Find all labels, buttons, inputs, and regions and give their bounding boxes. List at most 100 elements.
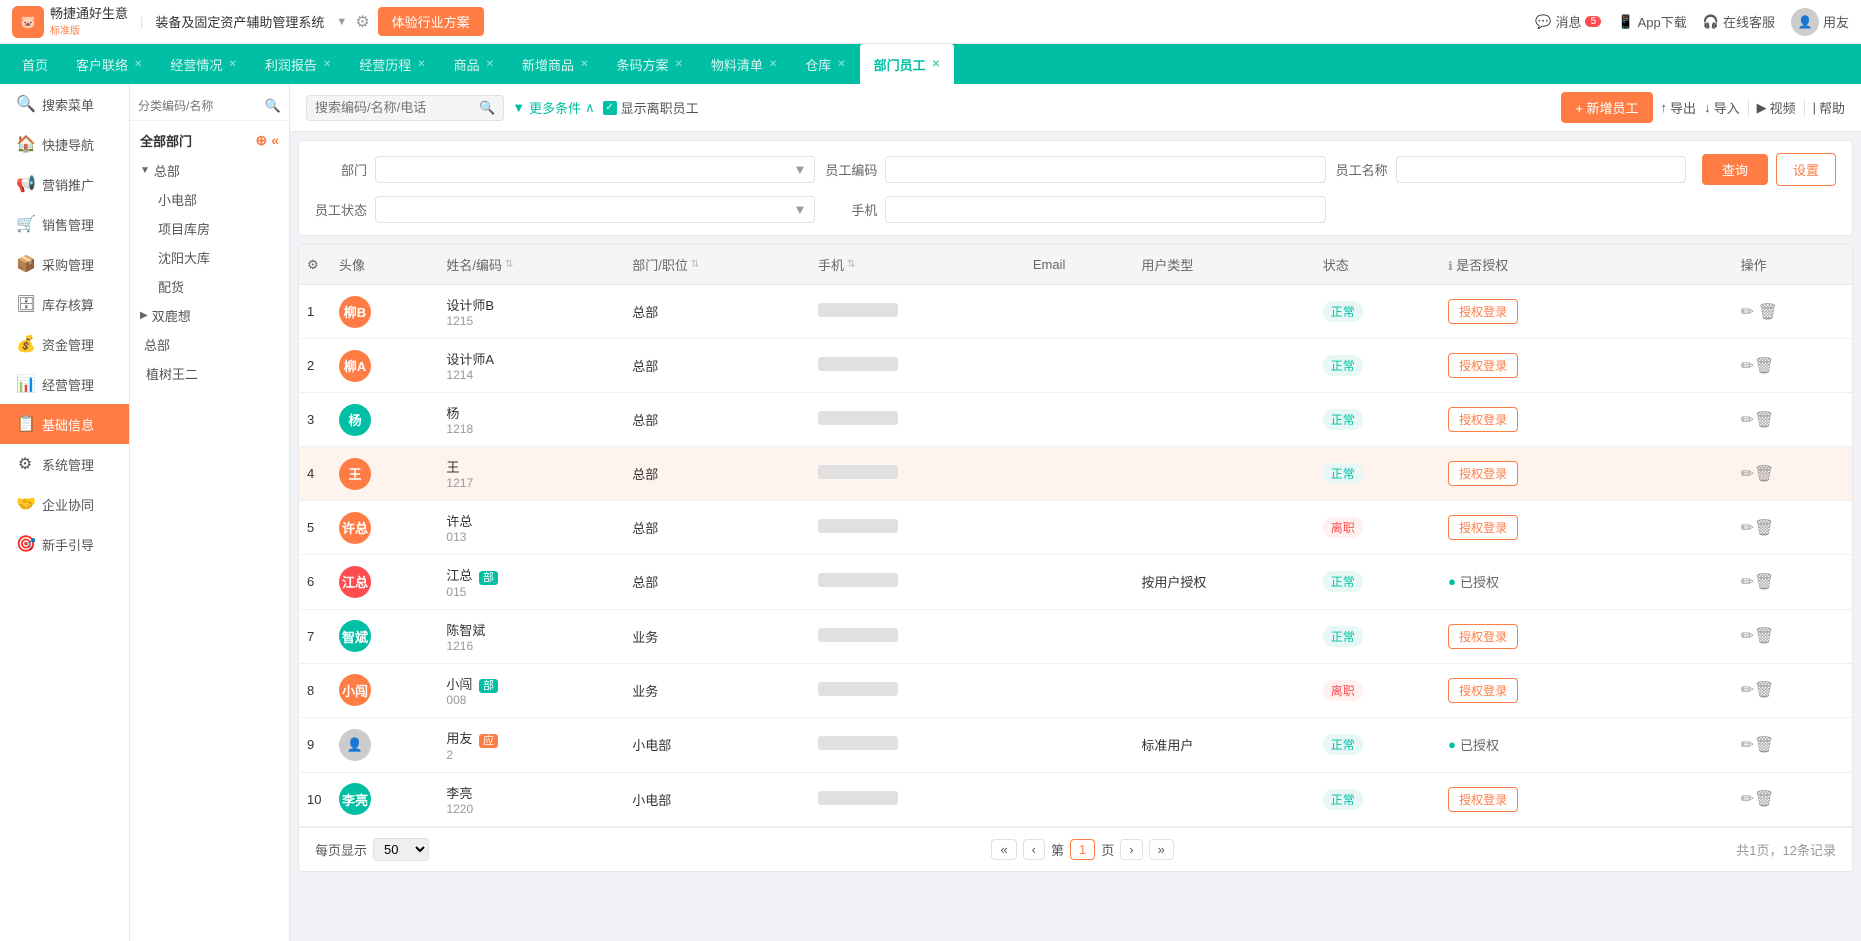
current-page-number[interactable]: 1 xyxy=(1070,839,1095,860)
tab-customer-close[interactable]: ✕ xyxy=(134,59,142,70)
set-button[interactable]: 设置 xyxy=(1776,153,1836,186)
dept-group-shuanglu[interactable]: ▶ 双鹿想 xyxy=(130,301,289,330)
tab-warehouse-close[interactable]: ✕ xyxy=(837,59,845,70)
auth-button[interactable]: 授权登录 xyxy=(1448,678,1518,703)
sidebar-item-system[interactable]: ⚙ 系统管理 xyxy=(0,444,129,484)
filter-phone-input[interactable] xyxy=(885,196,1325,223)
tab-goods[interactable]: 商品 ✕ xyxy=(440,44,508,84)
sidebar-item-nav[interactable]: 🏠 快捷导航 xyxy=(0,124,129,164)
per-page-select[interactable]: 50 20 100 xyxy=(373,838,429,861)
dept-collapse-icon[interactable]: « xyxy=(271,132,279,149)
delete-button[interactable]: 🗑 xyxy=(1754,574,1774,591)
filter-dept-select[interactable]: ▼ xyxy=(375,156,815,183)
dept-item-xiaodian[interactable]: 小电部 xyxy=(130,185,289,214)
delete-button[interactable]: 🗑 xyxy=(1754,628,1774,645)
show-resigned-toggle[interactable]: ✓ 显示离职员工 xyxy=(603,98,699,117)
next-page-button[interactable]: › xyxy=(1120,839,1142,860)
sidebar-item-collab[interactable]: 🤝 企业协同 xyxy=(0,484,129,524)
show-resigned-checkbox[interactable]: ✓ xyxy=(603,101,617,115)
col-dept-pos[interactable]: 部门/职位 ⇅ xyxy=(624,245,810,285)
import-button[interactable]: ↓ 导入 xyxy=(1704,98,1740,117)
message-button[interactable]: 💬 消息 5 xyxy=(1535,12,1601,31)
edit-button[interactable]: ✏ xyxy=(1741,304,1754,321)
edit-button[interactable]: ✏ xyxy=(1741,466,1754,483)
tab-new-goods[interactable]: 新增商品 ✕ xyxy=(508,44,602,84)
col-settings[interactable]: ⚙ xyxy=(299,245,331,285)
dept-group-zongbu[interactable]: ▼ 总部 xyxy=(130,156,289,185)
tab-customer[interactable]: 客户联络 ✕ xyxy=(62,44,156,84)
dept-search-icon[interactable]: 🔍 xyxy=(265,98,281,114)
prev-page-button[interactable]: ‹ xyxy=(1023,839,1045,860)
all-dept-label[interactable]: 全部部门 xyxy=(140,131,192,150)
more-conditions-btn[interactable]: ▼ 更多条件 ∧ xyxy=(512,98,594,117)
sidebar-item-sales[interactable]: 🛒 销售管理 xyxy=(0,204,129,244)
edit-button[interactable]: ✏ xyxy=(1741,628,1754,645)
edit-button[interactable]: ✏ xyxy=(1741,412,1754,429)
delete-button[interactable]: 🗑 xyxy=(1754,358,1774,375)
auth-button[interactable]: 授权登录 xyxy=(1448,407,1518,432)
sidebar-item-guide[interactable]: 🎯 新手引导 xyxy=(0,524,129,564)
delete-button[interactable]: 🗑 xyxy=(1754,520,1774,537)
auth-button[interactable]: 授权登录 xyxy=(1448,461,1518,486)
auth-button[interactable]: 授权登录 xyxy=(1448,624,1518,649)
tab-operations[interactable]: 经营情况 ✕ xyxy=(156,44,250,84)
dept-item-shenyang[interactable]: 沈阳大库 xyxy=(130,243,289,272)
query-button[interactable]: 查询 xyxy=(1702,154,1768,185)
sidebar-item-search[interactable]: 🔍 搜索菜单 xyxy=(0,84,129,124)
dept-group-zongbu2[interactable]: 总部 xyxy=(130,330,289,359)
filter-code-input[interactable] xyxy=(885,156,1325,183)
tab-employees[interactable]: 部门员工 ✕ xyxy=(860,44,954,84)
sidebar-item-operations[interactable]: 📊 经营管理 xyxy=(0,364,129,404)
delete-button[interactable]: 🗑 xyxy=(1758,304,1778,321)
sidebar-item-marketing[interactable]: 📢 营销推广 xyxy=(0,164,129,204)
sidebar-item-finance[interactable]: 💰 资金管理 xyxy=(0,324,129,364)
filter-status-select[interactable]: ▼ xyxy=(375,196,815,223)
edit-button[interactable]: ✏ xyxy=(1741,574,1754,591)
auth-button[interactable]: 授权登录 xyxy=(1448,787,1518,812)
tab-operations-close[interactable]: ✕ xyxy=(228,59,236,70)
online-support-button[interactable]: 🎧 在线客服 xyxy=(1703,12,1775,31)
view-button[interactable]: ▶ 视频 xyxy=(1757,98,1796,117)
emp-search-icon[interactable]: 🔍 xyxy=(479,100,495,116)
edit-button[interactable]: ✏ xyxy=(1741,358,1754,375)
tab-profit-close[interactable]: ✕ xyxy=(323,59,331,70)
tab-home[interactable]: 首页 xyxy=(8,44,62,84)
tab-warehouse[interactable]: 仓库 ✕ xyxy=(791,44,859,84)
delete-button[interactable]: 🗑 xyxy=(1754,791,1774,808)
first-page-button[interactable]: « xyxy=(991,839,1016,860)
sidebar-item-basic[interactable]: 📋 基础信息 xyxy=(0,404,129,444)
sidebar-item-inventory[interactable]: 🗄 库存核算 xyxy=(0,284,129,324)
user-menu[interactable]: 👤 用友 xyxy=(1791,8,1849,36)
emp-search-input[interactable] xyxy=(315,100,475,115)
edit-button[interactable]: ✏ xyxy=(1741,520,1754,537)
dept-item-peihuo[interactable]: 配货 xyxy=(130,272,289,301)
trial-button[interactable]: 体验行业方案 xyxy=(378,7,484,36)
tab-bom[interactable]: 物料清单 ✕ xyxy=(697,44,791,84)
delete-button[interactable]: 🗑 xyxy=(1754,682,1774,699)
export-button[interactable]: ↑ 导出 xyxy=(1661,98,1697,117)
last-page-button[interactable]: » xyxy=(1149,839,1174,860)
col-phone[interactable]: 手机 ⇅ xyxy=(810,245,1025,285)
auth-button[interactable]: 授权登录 xyxy=(1448,353,1518,378)
settings-icon[interactable]: ⚙ xyxy=(355,12,369,32)
delete-button[interactable]: 🗑 xyxy=(1754,737,1774,754)
dept-search-input[interactable] xyxy=(138,99,265,113)
edit-button[interactable]: ✏ xyxy=(1741,682,1754,699)
edit-button[interactable]: ✏ xyxy=(1741,737,1754,754)
app-download-button[interactable]: 📱 App下载 xyxy=(1617,12,1686,31)
add-employee-button[interactable]: + 新增员工 xyxy=(1561,92,1652,123)
tab-history[interactable]: 经营历程 ✕ xyxy=(345,44,439,84)
tab-employees-close[interactable]: ✕ xyxy=(932,59,940,70)
tab-bom-close[interactable]: ✕ xyxy=(769,59,777,70)
tab-new-goods-close[interactable]: ✕ xyxy=(580,59,588,70)
filter-name-input[interactable] xyxy=(1396,156,1686,183)
tab-barcode-close[interactable]: ✕ xyxy=(674,59,682,70)
auth-button[interactable]: 授权登录 xyxy=(1448,299,1518,324)
tab-barcode[interactable]: 条码方案 ✕ xyxy=(602,44,696,84)
delete-button[interactable]: 🗑 xyxy=(1754,466,1774,483)
tab-profit[interactable]: 利润报告 ✕ xyxy=(251,44,345,84)
tab-goods-close[interactable]: ✕ xyxy=(486,59,494,70)
dept-add-icon[interactable]: ⊕ xyxy=(255,132,267,149)
sidebar-item-purchase[interactable]: 📦 采购管理 xyxy=(0,244,129,284)
sys-title-dropdown-icon[interactable]: ▼ xyxy=(336,16,347,28)
